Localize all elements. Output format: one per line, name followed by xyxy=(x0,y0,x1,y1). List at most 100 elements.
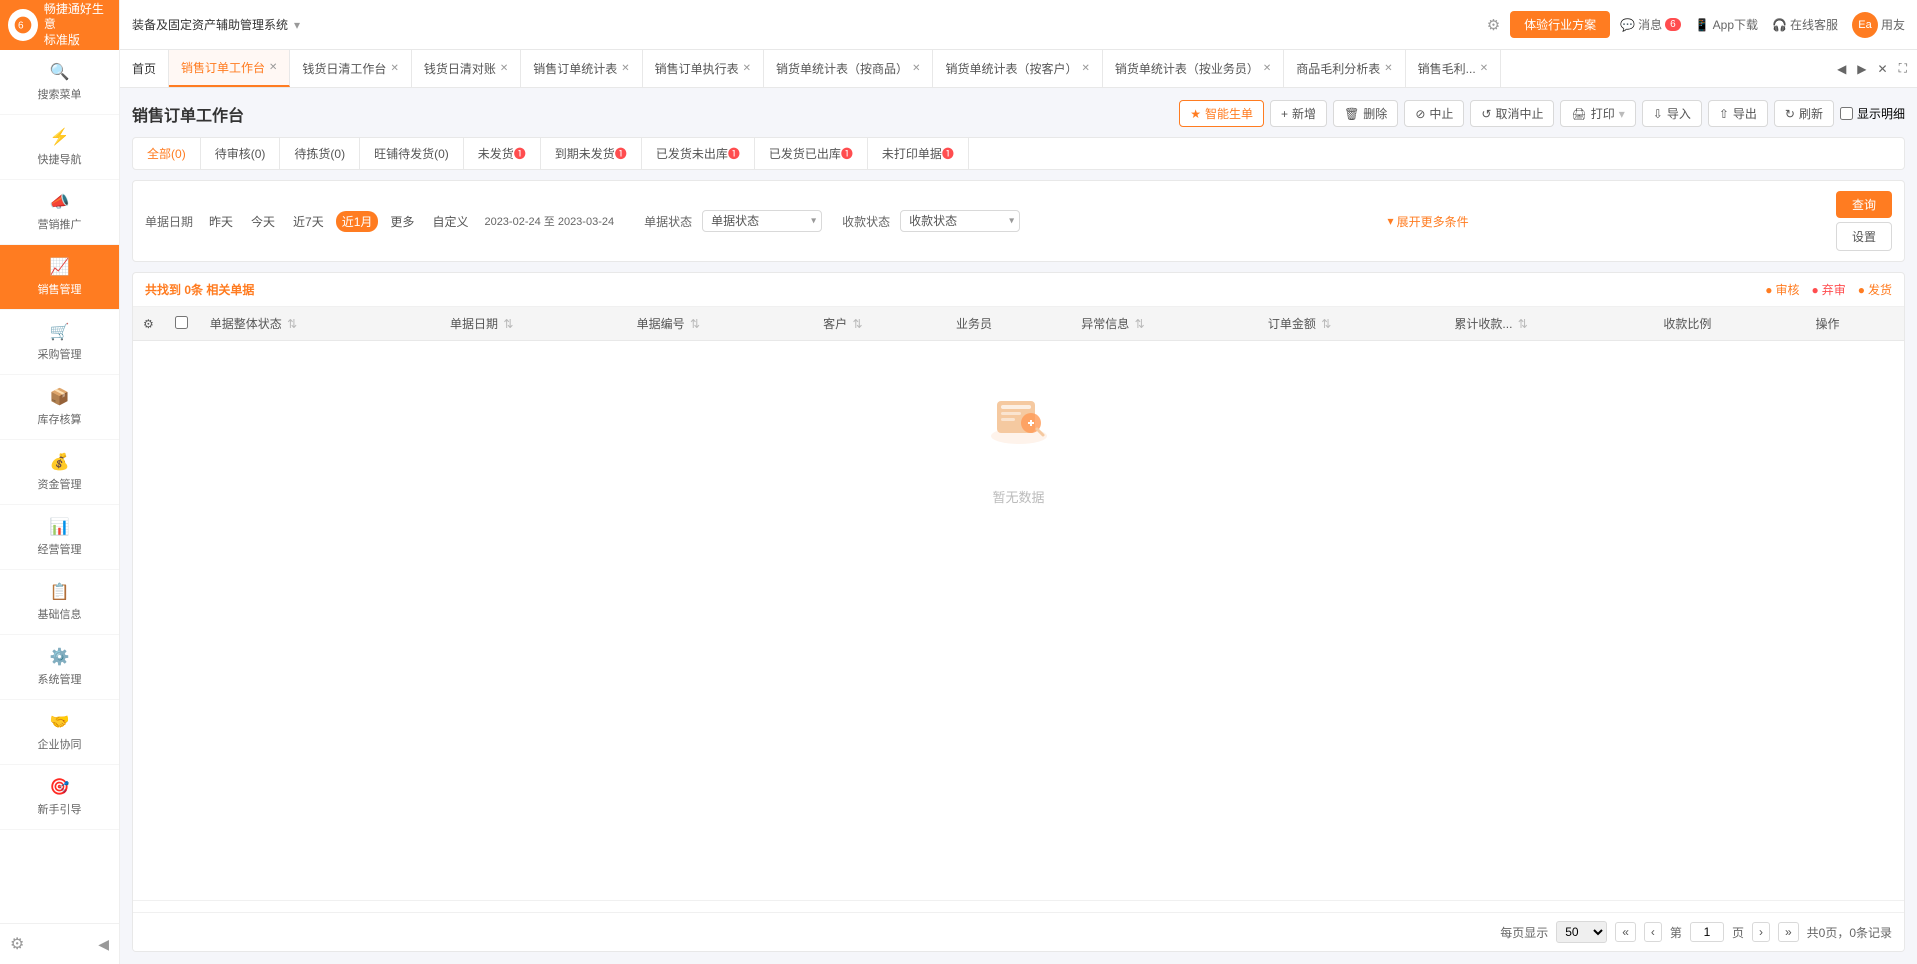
sidebar-collapse-icon[interactable]: ◀ xyxy=(98,936,109,953)
tab-close-icon[interactable]: ✕ xyxy=(1081,63,1089,74)
show-detail-label[interactable]: 显示明细 xyxy=(1840,105,1905,122)
ship-action-btn[interactable]: ● 发货 xyxy=(1858,281,1892,298)
tab-sales-by-salesperson[interactable]: 销货单统计表（按业务员） ✕ xyxy=(1103,50,1284,87)
tab-sales-order-workbench[interactable]: 销售订单工作台 ✕ xyxy=(169,50,290,87)
tab-close-icon[interactable]: ✕ xyxy=(1263,63,1271,74)
sidebar-item-inventory[interactable]: 📦 库存核算 xyxy=(0,375,119,440)
th-checkbox[interactable] xyxy=(164,307,200,341)
sort-date-icon[interactable]: ⇅ xyxy=(503,317,513,331)
print-dropdown-icon[interactable]: ▾ xyxy=(1619,107,1625,121)
first-page-btn[interactable]: « xyxy=(1615,922,1636,942)
sort-amount-icon[interactable]: ⇅ xyxy=(1321,317,1331,331)
tab-home[interactable]: 首页 xyxy=(120,50,169,87)
tab-close-icon[interactable]: ✕ xyxy=(743,63,751,74)
add-btn[interactable]: + 新增 xyxy=(1270,100,1327,127)
horizontal-scrollbar[interactable] xyxy=(133,900,1904,912)
tab-nav-prev[interactable]: ◀ xyxy=(1833,60,1850,78)
sidebar-item-quick-nav[interactable]: ⚡ 快捷导航 xyxy=(0,115,119,180)
sidebar-item-operations[interactable]: 📊 经营管理 xyxy=(0,505,119,570)
date-btn-7days[interactable]: 近7天 xyxy=(287,211,330,232)
online-service-action[interactable]: 🎧 在线客服 xyxy=(1772,16,1838,33)
last-page-btn[interactable]: » xyxy=(1778,922,1799,942)
sidebar-item-cooperation[interactable]: 🤝 企业协同 xyxy=(0,700,119,765)
sub-tab-pending-pick[interactable]: 待拣货(0) xyxy=(280,138,360,169)
sort-status-icon[interactable]: ⇅ xyxy=(287,317,297,331)
setting-btn[interactable]: 设置 xyxy=(1836,222,1892,251)
tab-sales-by-customer[interactable]: 销货单统计表（按客户） ✕ xyxy=(933,50,1102,87)
sub-tab-pending-audit[interactable]: 待审核(0) xyxy=(201,138,281,169)
dropdown-arrow-icon[interactable]: ▾ xyxy=(294,18,300,32)
date-btn-yesterday[interactable]: 昨天 xyxy=(203,211,239,232)
sidebar-item-purchase[interactable]: 🛒 采购管理 xyxy=(0,310,119,375)
tab-close-icon[interactable]: ✕ xyxy=(912,63,920,74)
tab-nav-next[interactable]: ▶ xyxy=(1853,60,1870,78)
refresh-btn[interactable]: ↻ 刷新 xyxy=(1774,100,1834,127)
select-all-checkbox[interactable] xyxy=(175,316,188,329)
status-select[interactable]: 单据状态 xyxy=(702,210,822,232)
date-btn-more[interactable]: 更多 xyxy=(384,211,420,232)
tab-gross-margin[interactable]: 商品毛利分析表 ✕ xyxy=(1284,50,1405,87)
print-btn[interactable]: 🖨 打印 ▾ xyxy=(1560,100,1635,127)
trial-btn[interactable]: 体验行业方案 xyxy=(1510,11,1610,38)
tab-order-exec[interactable]: 销售订单执行表 ✕ xyxy=(643,50,764,87)
tab-close-icon[interactable]: ✕ xyxy=(500,63,508,74)
tab-close-icon[interactable]: ✕ xyxy=(1480,63,1488,74)
import-btn[interactable]: ⇩ 导入 xyxy=(1642,100,1702,127)
sidebar-item-finance[interactable]: 💰 资金管理 xyxy=(0,440,119,505)
sidebar-item-guide[interactable]: 🎯 新手引导 xyxy=(0,765,119,830)
tab-fullscreen[interactable]: ⛶ xyxy=(1895,59,1911,78)
settings-gear-icon[interactable]: ⚙ xyxy=(1487,16,1500,34)
payment-select[interactable]: 收款状态 xyxy=(900,210,1020,232)
sub-tab-unshipped[interactable]: 未发货❶ xyxy=(464,138,541,169)
tab-close-icon[interactable]: ✕ xyxy=(621,63,629,74)
page-input[interactable] xyxy=(1690,922,1724,942)
date-btn-today[interactable]: 今天 xyxy=(245,211,281,232)
tab-close-icon[interactable]: ✕ xyxy=(390,63,398,74)
delete-icon: 🗑 xyxy=(1344,107,1359,121)
sub-tab-shop-ship[interactable]: 旺铺待发货(0) xyxy=(360,138,464,169)
sort-abnormal-icon[interactable]: ⇅ xyxy=(1135,317,1145,331)
sub-tab-all[interactable]: 全部(0) xyxy=(133,138,201,169)
unaudit-action-btn[interactable]: ● 弃审 xyxy=(1811,281,1845,298)
per-page-select[interactable]: 50 100 200 xyxy=(1556,921,1607,943)
sidebar-item-marketing[interactable]: 📣 营销推广 xyxy=(0,180,119,245)
next-page-btn[interactable]: › xyxy=(1752,922,1770,942)
tab-daily-clear[interactable]: 钱货日清工作台 ✕ xyxy=(290,50,411,87)
tab-close-icon[interactable]: ✕ xyxy=(269,62,277,73)
sidebar-item-search[interactable]: 🔍 搜索菜单 xyxy=(0,50,119,115)
tab-close-icon[interactable]: ✕ xyxy=(1384,63,1392,74)
date-btn-1month[interactable]: 近1月 xyxy=(336,211,379,232)
expand-filter-btn[interactable]: ▾ 展开更多条件 xyxy=(1388,213,1469,230)
tab-close-all[interactable]: ✕ xyxy=(1874,60,1892,78)
sidebar-item-sales[interactable]: 📈 销售管理 xyxy=(0,245,119,310)
user-action[interactable]: Ea 用友 xyxy=(1852,12,1905,38)
app-download-action[interactable]: 📱 App下载 xyxy=(1695,16,1758,33)
cancel-stop-btn[interactable]: ↺ 取消中止 xyxy=(1470,100,1554,127)
th-setting[interactable]: ⚙ xyxy=(133,307,164,341)
sort-customer-icon[interactable]: ⇅ xyxy=(853,317,863,331)
delete-btn[interactable]: 🗑 删除 xyxy=(1333,100,1398,127)
sort-number-icon[interactable]: ⇅ xyxy=(690,317,700,331)
tab-sales-by-product[interactable]: 销货单统计表（按商品） ✕ xyxy=(764,50,933,87)
tab-sales-profit[interactable]: 销售毛利... ✕ xyxy=(1406,50,1501,87)
tab-reconciliation[interactable]: 钱货日清对账 ✕ xyxy=(412,50,521,87)
tab-order-stats[interactable]: 销售订单统计表 ✕ xyxy=(521,50,642,87)
sub-tab-shipped-not-outbound[interactable]: 已发货未出库❶ xyxy=(642,138,755,169)
export-btn[interactable]: ⇧ 导出 xyxy=(1708,100,1768,127)
sidebar-item-system[interactable]: ⚙️ 系统管理 xyxy=(0,635,119,700)
smart-create-btn[interactable]: ★ 智能生单 xyxy=(1179,100,1264,127)
query-btn[interactable]: 查询 xyxy=(1836,191,1892,218)
sub-tab-shipped-outbound[interactable]: 已发货已出库❶ xyxy=(755,138,868,169)
date-btn-custom[interactable]: 自定义 xyxy=(426,211,474,232)
sub-tab-overdue-unshipped[interactable]: 到期未发货❶ xyxy=(541,138,642,169)
sidebar-item-basic-info[interactable]: 📋 基础信息 xyxy=(0,570,119,635)
prev-page-btn[interactable]: ‹ xyxy=(1644,922,1662,942)
show-detail-checkbox[interactable] xyxy=(1840,107,1853,120)
message-action[interactable]: 💬 消息 6 xyxy=(1620,16,1681,33)
sub-tab-unprinted[interactable]: 未打印单据❶ xyxy=(868,138,969,169)
audit-action-btn[interactable]: ● 审核 xyxy=(1765,281,1799,298)
stop-btn[interactable]: ⊘ 中止 xyxy=(1404,100,1464,127)
finance-icon: 💰 xyxy=(50,452,70,472)
sort-cumulative-icon[interactable]: ⇅ xyxy=(1518,317,1528,331)
sidebar-settings-icon[interactable]: ⚙ xyxy=(10,934,24,954)
